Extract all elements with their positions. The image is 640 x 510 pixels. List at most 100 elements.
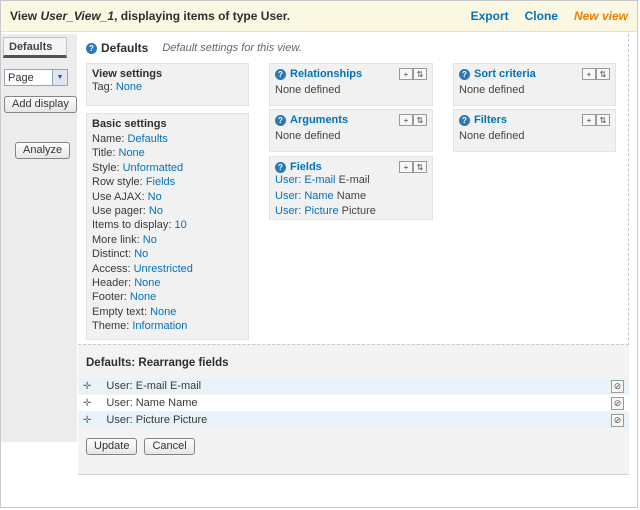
arguments-panel: ? Arguments + ⇅ None defined [269, 109, 433, 152]
drag-handle-icon[interactable]: ✛ [83, 381, 91, 392]
view-settings-panel: View settings Tag: None [86, 63, 249, 106]
add-icon-button[interactable]: + [399, 161, 413, 173]
setting-value-link[interactable]: None [130, 291, 156, 303]
setting-row-use-pager: Use pager: No [92, 205, 163, 218]
tag-value-link[interactable]: None [116, 81, 142, 93]
rearrange-row: ✛ User: Name Name ⊘ [78, 395, 629, 411]
basic-settings-title: Basic settings [92, 118, 167, 130]
relationships-empty-text: None defined [275, 84, 341, 96]
rearrange-title: Defaults: Rearrange fields [86, 357, 229, 369]
display-settings-area: ? Defaults Default settings for this vie… [78, 34, 629, 475]
sort-criteria-panel: ? Sort criteria + ⇅ None defined [453, 63, 616, 106]
help-icon[interactable]: ? [275, 161, 286, 173]
field-link[interactable]: User: Picture [275, 205, 339, 217]
help-icon[interactable]: ? [275, 114, 286, 126]
remove-icon-button[interactable]: ⊘ [611, 379, 624, 393]
rearrange-table: ✛ User: E-mail E-mail ⊘ ✛ User: Name Nam… [78, 378, 629, 428]
setting-value-link[interactable]: None [134, 277, 160, 289]
setting-value-link[interactable]: Defaults [127, 133, 167, 145]
chevron-down-icon: ▼ [52, 70, 67, 85]
drag-handle-icon[interactable]: ✛ [83, 398, 91, 409]
field-link[interactable]: User: Name [275, 190, 334, 202]
views-ui-screen: View User_View_1, displaying items of ty… [0, 0, 638, 508]
relationships-panel: ? Relationships + ⇅ None defined [269, 63, 433, 106]
setting-row-name: Name: Defaults [92, 133, 168, 145]
arguments-title-link[interactable]: Arguments [290, 114, 348, 126]
remove-icon-button[interactable]: ⊘ [611, 396, 624, 410]
export-link[interactable]: Export [471, 9, 509, 23]
setting-row-style: Style: Unformatted [92, 161, 184, 174]
rearrange-icon-button[interactable]: ⇅ [596, 68, 610, 80]
setting-value-link[interactable]: None [119, 147, 145, 159]
setting-row-empty-text: Empty text: None [92, 305, 177, 318]
update-button[interactable]: Update [86, 438, 138, 455]
setting-row-title: Title: None [92, 147, 145, 160]
help-icon[interactable]: ? [86, 42, 97, 54]
title-prefix: View [10, 9, 41, 23]
relationships-title-link[interactable]: Relationships [290, 68, 362, 80]
help-icon[interactable]: ? [459, 68, 470, 80]
add-icon-button[interactable]: + [582, 114, 596, 126]
rearrange-row: ✛ User: Picture Picture ⊘ [78, 412, 629, 428]
field-link[interactable]: User: E-mail [275, 174, 336, 186]
help-icon[interactable]: ? [459, 114, 470, 126]
cancel-button[interactable]: Cancel [144, 438, 195, 455]
fields-panel: ? Fields + ⇅ User: E-mail E-mail User: N… [269, 156, 433, 220]
rearrange-icon-button[interactable]: ⇅ [596, 114, 610, 126]
display-type-select-value: Page [8, 71, 34, 84]
view-settings-title: View settings [92, 68, 163, 80]
drag-handle-icon[interactable]: ✛ [83, 415, 91, 426]
setting-value-link[interactable]: Unrestricted [134, 263, 193, 275]
add-icon-button[interactable]: + [582, 68, 596, 80]
field-item: User: Picture Picture [275, 205, 376, 217]
sort-criteria-empty-text: None defined [459, 84, 525, 96]
new-view-link[interactable]: New view [574, 9, 628, 23]
setting-value-link[interactable]: No [143, 234, 157, 246]
setting-value-link[interactable]: Fields [146, 176, 175, 188]
content-heading: ? Defaults Default settings for this vie… [86, 41, 302, 55]
add-icon-button[interactable]: + [399, 68, 413, 80]
field-item: User: Name Name [275, 189, 367, 202]
tab-defaults[interactable]: Defaults [3, 37, 67, 58]
rearrange-icon-button[interactable]: ⇅ [413, 161, 427, 173]
view-name: User_View_1 [40, 9, 115, 23]
setting-value-link[interactable]: No [134, 248, 148, 260]
arguments-empty-text: None defined [275, 130, 341, 142]
remove-icon-button[interactable]: ⊘ [611, 413, 624, 427]
page-title: View User_View_1, displaying items of ty… [10, 9, 290, 23]
setting-row-access: Access: Unrestricted [92, 262, 193, 275]
rearrange-icon-button[interactable]: ⇅ [413, 114, 427, 126]
add-display-button[interactable]: Add display [4, 96, 77, 113]
setting-value-link[interactable]: Information [132, 320, 187, 332]
setting-value-link[interactable]: 10 [175, 219, 187, 231]
display-type-select[interactable]: Page ▼ [4, 69, 68, 86]
setting-row-distinct: Distinct: No [92, 248, 149, 261]
setting-row-more-link: More link: No [92, 233, 157, 246]
setting-row-items: Items to display: 10 [92, 219, 187, 232]
setting-value-link[interactable]: Unformatted [123, 162, 184, 174]
fields-title-link[interactable]: Fields [290, 161, 322, 173]
setting-row-footer: Footer: None [92, 291, 157, 304]
content-heading-title: Defaults [101, 41, 149, 55]
help-icon[interactable]: ? [275, 68, 286, 80]
rearrange-icon-button[interactable]: ⇅ [413, 68, 427, 80]
clone-link[interactable]: Clone [525, 9, 558, 23]
content-heading-note: Default settings for this view. [162, 42, 302, 54]
setting-row-header: Header: None [92, 277, 161, 290]
setting-value-link[interactable]: None [150, 306, 176, 318]
basic-settings-panel: Basic settings Name: Defaults Title: Non… [86, 113, 249, 340]
setting-row-tag: Tag: None [92, 81, 143, 93]
filters-title-link[interactable]: Filters [474, 114, 507, 126]
rearrange-row: ✛ User: E-mail E-mail ⊘ [78, 378, 629, 394]
title-suffix: , displaying items of type User. [114, 9, 291, 23]
header-links: Export Clone New view [471, 9, 628, 23]
setting-row-use-ajax: Use AJAX: No [92, 190, 162, 203]
display-sidebar: Defaults Page ▼ Add display Analyze [1, 34, 77, 442]
filters-panel: ? Filters + ⇅ None defined [453, 109, 616, 152]
setting-row-theme: Theme: Information [92, 320, 188, 333]
setting-value-link[interactable]: No [148, 191, 162, 203]
setting-value-link[interactable]: No [149, 205, 163, 217]
add-icon-button[interactable]: + [399, 114, 413, 126]
analyze-button[interactable]: Analyze [15, 142, 71, 159]
sort-criteria-title-link[interactable]: Sort criteria [474, 68, 536, 80]
